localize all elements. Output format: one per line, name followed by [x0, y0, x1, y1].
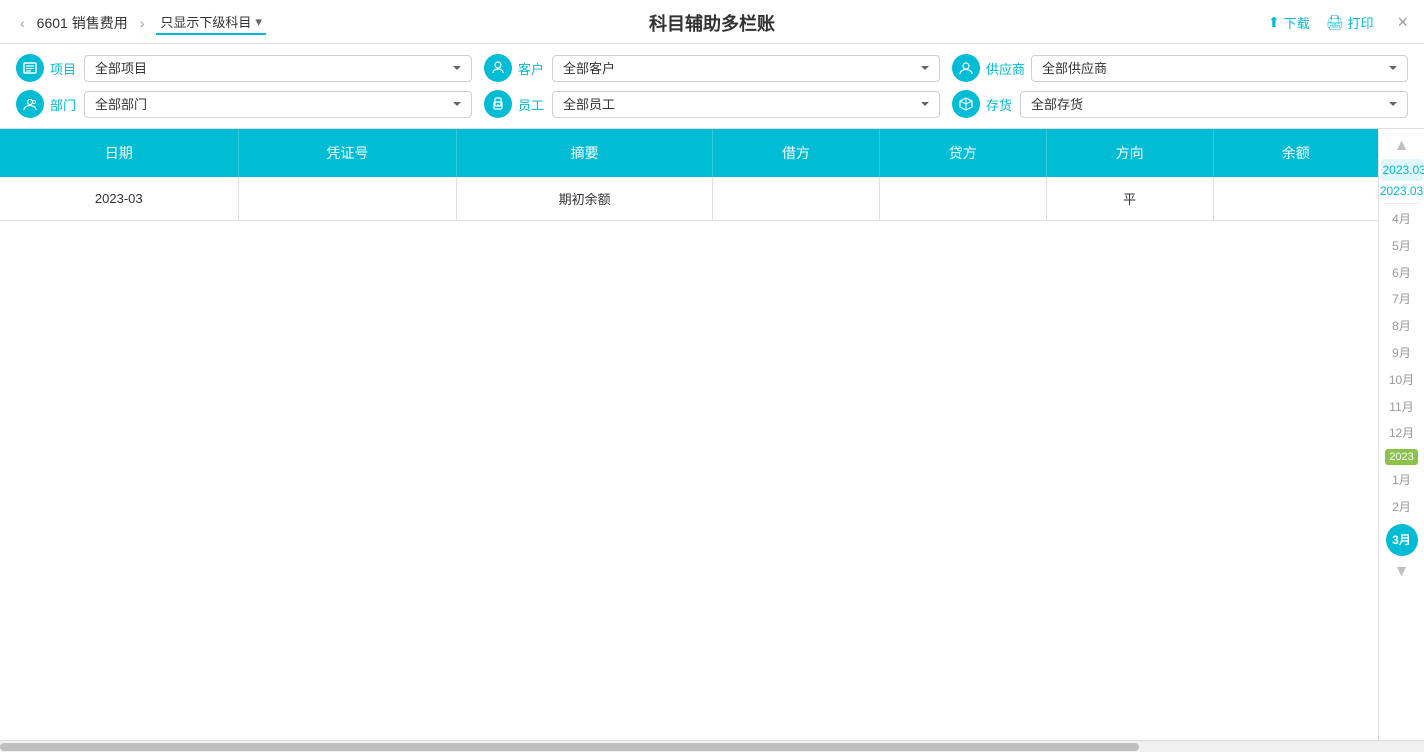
cell-3	[713, 177, 880, 221]
employee-label: 员工	[518, 95, 546, 114]
cell-4	[879, 177, 1046, 221]
title-bar-right: ⬆ 下载 🖨 打印 ×	[1268, 12, 1408, 33]
filter-item-inventory: 存货 全部存货	[952, 90, 1408, 118]
page-title: 科目辅助多栏账	[649, 10, 775, 36]
cell-2: 期初余额	[457, 177, 713, 221]
print-button[interactable]: 🖨 打印	[1326, 13, 1374, 32]
col-debit: 借方	[713, 129, 880, 177]
project-icon	[16, 54, 44, 82]
filter-bar: 项目 全部项目 客户 全部客户 供应商 全部供	[0, 44, 1424, 129]
filter-row-1: 项目 全部项目 客户 全部客户 供应商 全部供	[16, 54, 1408, 82]
sidebar-month-1[interactable]: 1月	[1379, 467, 1424, 494]
col-voucher: 凭证号	[238, 129, 457, 177]
inventory-label: 存货	[986, 95, 1014, 114]
filter-item-employee: 员工 全部员工	[484, 90, 940, 118]
filter-row-2: 部门 全部部门 员工 全部员工 存货 全部存货	[16, 90, 1408, 118]
account-code: 6601 销售费用	[37, 13, 128, 33]
col-summary: 摘要	[457, 129, 713, 177]
sidebar-down-arrow[interactable]: ▼	[1390, 559, 1414, 585]
nav-prev-button[interactable]: ‹	[16, 13, 29, 33]
show-sub-label: 只显示下级科目	[160, 12, 251, 31]
customer-icon	[484, 54, 512, 82]
sidebar-month-12[interactable]: 12月	[1379, 420, 1424, 447]
nav-next-button[interactable]: ›	[136, 13, 149, 33]
cell-5: 平	[1046, 177, 1213, 221]
project-label: 项目	[50, 59, 78, 78]
project-select[interactable]: 全部项目	[84, 55, 472, 82]
table-header-row: 日期 凭证号 摘要 借方 贷方 方向 余额	[0, 129, 1378, 177]
dept-label: 部门	[50, 95, 78, 114]
inventory-icon	[952, 90, 980, 118]
inventory-select[interactable]: 全部存货	[1020, 91, 1408, 118]
supplier-label: 供应商	[986, 59, 1025, 78]
chevron-down-icon: ▾	[255, 14, 262, 30]
show-sub-dropdown[interactable]: 只显示下级科目 ▾	[156, 10, 266, 35]
download-label: 下载	[1284, 13, 1310, 32]
scrollbar-thumb	[0, 743, 1139, 751]
sidebar-selected-1[interactable]: 2023.03	[1381, 159, 1423, 181]
filter-item-project: 项目 全部项目	[16, 54, 472, 82]
sidebar-month-11[interactable]: 11月	[1379, 394, 1424, 421]
download-button[interactable]: ⬆ 下载	[1268, 13, 1310, 32]
employee-select[interactable]: 全部员工	[552, 91, 940, 118]
filter-item-dept: 部门 全部部门	[16, 90, 472, 118]
sidebar-month-8[interactable]: 8月	[1379, 313, 1424, 340]
filter-item-supplier: 供应商 全部供应商	[952, 54, 1408, 82]
sidebar-month-10[interactable]: 10月	[1379, 367, 1424, 394]
sidebar-month-5[interactable]: 5月	[1379, 233, 1424, 260]
main-window: ‹ 6601 销售费用 › 只显示下级科目 ▾ 科目辅助多栏账 ⬆ 下载 🖨 打…	[0, 0, 1424, 752]
col-direction: 方向	[1046, 129, 1213, 177]
cell-0: 2023-03	[0, 177, 238, 221]
filter-item-customer: 客户 全部客户	[484, 54, 940, 82]
col-credit: 贷方	[879, 129, 1046, 177]
dept-icon	[16, 90, 44, 118]
supplier-select[interactable]: 全部供应商	[1031, 55, 1408, 82]
download-icon: ⬆	[1268, 14, 1280, 31]
cell-1	[238, 177, 457, 221]
year-badge: 2023	[1385, 449, 1417, 465]
sidebar-divider	[1384, 203, 1420, 204]
dept-select[interactable]: 全部部门	[84, 91, 472, 118]
print-label: 打印	[1347, 13, 1373, 32]
supplier-icon	[952, 54, 980, 82]
customer-label: 客户	[518, 59, 546, 78]
sidebar-month-2[interactable]: 2月	[1379, 494, 1424, 521]
data-table: 日期 凭证号 摘要 借方 贷方 方向 余额 2023-03 期初余额 平	[0, 129, 1378, 221]
customer-select[interactable]: 全部客户	[552, 55, 940, 82]
print-icon: 🖨	[1326, 14, 1344, 31]
sidebar-month-6[interactable]: 6月	[1379, 260, 1424, 287]
content-area: 日期 凭证号 摘要 借方 贷方 方向 余额 2023-03 期初余额 平 ▲ 202…	[0, 129, 1424, 740]
close-button[interactable]: ×	[1397, 12, 1408, 33]
col-balance: 余额	[1213, 129, 1378, 177]
horizontal-scrollbar[interactable]	[0, 740, 1424, 752]
right-sidebar: ▲ 2023.03 2023.03 4月 5月 6月 7月 8月 9月 10月 …	[1378, 129, 1424, 740]
employee-icon	[484, 90, 512, 118]
sidebar-month-9[interactable]: 9月	[1379, 340, 1424, 367]
sidebar-selected-2[interactable]: 2023.03	[1378, 181, 1424, 201]
sidebar-up-arrow[interactable]: ▲	[1390, 133, 1414, 159]
title-bar: ‹ 6601 销售费用 › 只显示下级科目 ▾ 科目辅助多栏账 ⬆ 下载 🖨 打…	[0, 0, 1424, 44]
sidebar-month-4[interactable]: 4月	[1379, 206, 1424, 233]
cell-6	[1213, 177, 1378, 221]
col-date: 日期	[0, 129, 238, 177]
sidebar-month-7[interactable]: 7月	[1379, 286, 1424, 313]
main-content: 日期 凭证号 摘要 借方 贷方 方向 余额 2023-03 期初余额 平	[0, 129, 1378, 740]
title-bar-left: ‹ 6601 销售费用 › 只显示下级科目 ▾	[16, 10, 266, 35]
table-row: 2023-03 期初余额 平	[0, 177, 1378, 221]
sidebar-month-3-active[interactable]: 3月	[1386, 524, 1418, 556]
